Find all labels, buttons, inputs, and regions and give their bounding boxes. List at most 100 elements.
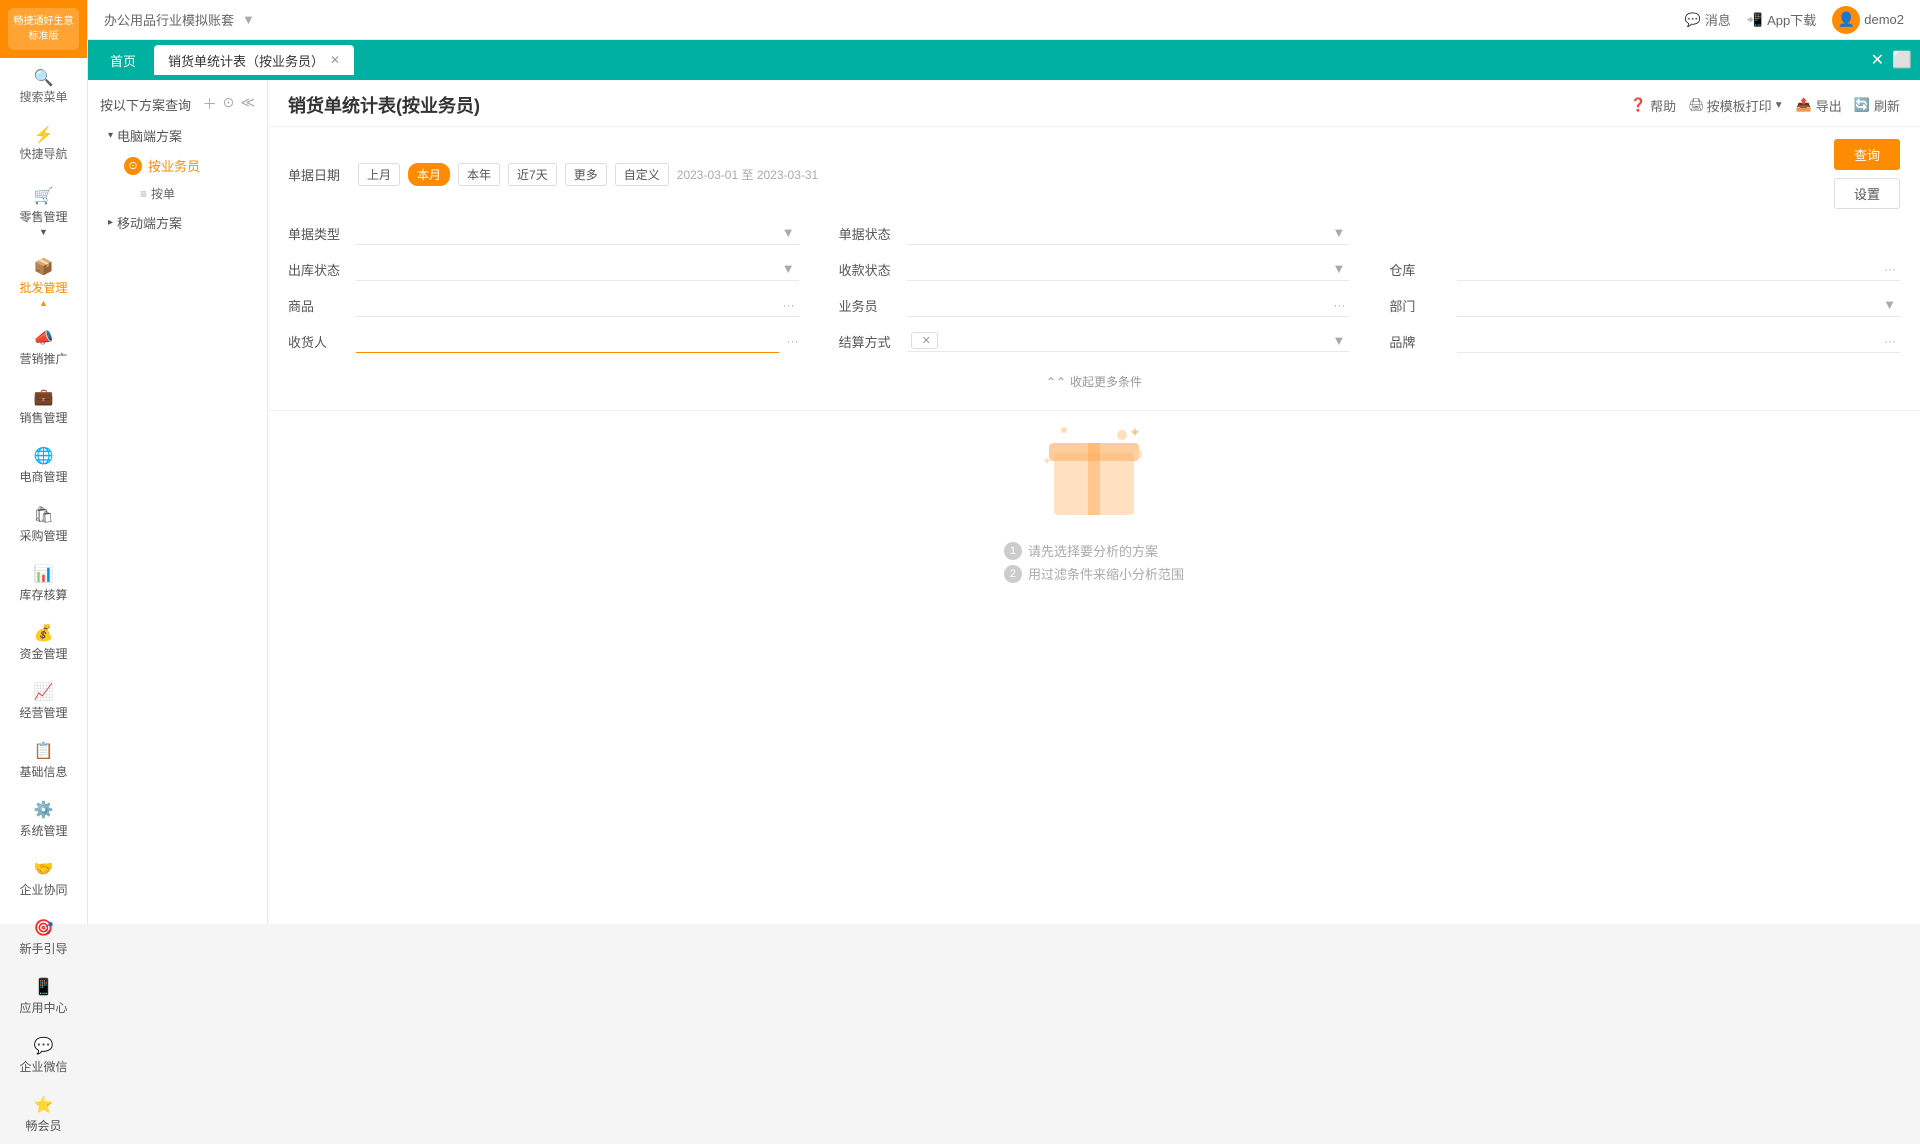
svg-text:✦: ✦: [1129, 424, 1141, 440]
refresh-icon: 🔄: [1854, 97, 1870, 113]
tree-group-desktop[interactable]: ▾ 电脑端方案: [88, 120, 267, 151]
sidebar-item-system[interactable]: ⚙️ 系统管理: [0, 790, 87, 849]
tab-sales-stat[interactable]: 销货单统计表（按业务员） ✕: [154, 45, 354, 75]
add-scheme-icon[interactable]: ＋: [203, 94, 217, 114]
sidebar-item-member[interactable]: ⭐ 畅会员: [0, 1085, 87, 1144]
print-btn[interactable]: 🖨 按模板打印 ▼: [1688, 96, 1783, 115]
collapse-arrow-mobile-icon: ▸: [108, 217, 113, 228]
help-btn[interactable]: ❓ 帮助: [1630, 96, 1676, 115]
tree-group-mobile-label: 移动端方案: [117, 213, 182, 232]
sidebar-search-menu[interactable]: 🔍 搜索菜单: [19, 58, 67, 111]
collapse-label: 收起更多条件: [1070, 373, 1142, 390]
app-logo[interactable]: 畅捷通好生意 标准版: [0, 0, 87, 58]
filter-warehouse: 仓库 ···: [1389, 258, 1900, 281]
this-year-btn[interactable]: 本年: [458, 163, 500, 186]
consignee-input[interactable]: [356, 329, 779, 353]
settings-btn[interactable]: 设置: [1834, 178, 1900, 209]
export-btn[interactable]: 📤 导出: [1796, 96, 1842, 115]
doc-status-label: 单据状态: [839, 224, 899, 243]
tabbar: 首页 销货单统计表（按业务员） ✕ ✕ ⬜: [88, 40, 1920, 80]
right-content: 销货单统计表(按业务员) ❓ 帮助 🖨 按模板打印 ▼ 📤 导出: [268, 80, 1920, 924]
tree-child-by-salesperson[interactable]: ⊙ 按业务员: [88, 151, 267, 180]
warehouse-dots-btn[interactable]: ···: [1884, 262, 1896, 276]
custom-btn[interactable]: 自定义: [615, 163, 669, 186]
query-buttons: 查询 设置: [1834, 139, 1900, 209]
payment-tag-close-btn[interactable]: ✕: [922, 334, 931, 347]
collapse-panel-icon[interactable]: ≪: [240, 94, 255, 114]
last-7-days-btn[interactable]: 近7天: [508, 163, 557, 186]
close-window-icon[interactable]: ✕: [1871, 50, 1884, 70]
out-status-select[interactable]: ▼: [356, 257, 799, 281]
sidebar-item-operations[interactable]: 📈 经营管理: [0, 672, 87, 731]
marketing-icon: 📣: [34, 328, 54, 348]
tree-group-mobile[interactable]: ▸ 移动端方案: [88, 207, 267, 238]
receipt-status-dropdown-icon: ▼: [1332, 261, 1345, 276]
step-1-text: 请先选择要分析的方案: [1028, 541, 1158, 560]
data-area: ✦ ✦ 1 请先选择要分析的方案 2 用过滤条件来缩小分析范围: [268, 411, 1920, 924]
tree-grandchild-by-order[interactable]: ≡ 按单: [88, 180, 267, 207]
edit-scheme-icon[interactable]: ⊙: [223, 94, 235, 114]
refresh-btn[interactable]: 🔄 刷新: [1854, 96, 1900, 115]
sidebar-item-sales[interactable]: 💼 销售管理: [0, 377, 87, 436]
print-dropdown-icon[interactable]: ▼: [1774, 100, 1784, 111]
sidebar-item-ecommerce[interactable]: 🌐 电商管理: [0, 436, 87, 495]
user-profile[interactable]: 👤 demo2: [1832, 6, 1904, 34]
consignee-dots-btn[interactable]: ···: [787, 334, 799, 348]
tab-home[interactable]: 首页: [96, 45, 150, 75]
payment-dropdown-icon[interactable]: ▼: [1332, 333, 1345, 348]
sidebar-item-corpwx[interactable]: 💬 企业微信: [0, 1026, 87, 1085]
receipt-status-select[interactable]: ▼: [907, 257, 1350, 281]
department-label: 部门: [1389, 296, 1449, 315]
export-label: 导出: [1816, 96, 1842, 115]
sidebar-item-retail[interactable]: 🛒 零售管理 ▼: [0, 176, 87, 247]
finance-icon: 💰: [34, 623, 54, 643]
sidebar-item-appcenter[interactable]: 📱 应用中心: [0, 967, 87, 1026]
tab-close-icon[interactable]: ✕: [330, 53, 340, 67]
tree-group-desktop-label: 电脑端方案: [117, 126, 182, 145]
sidebar-item-inventory[interactable]: 📊 库存核算: [0, 554, 87, 613]
date-range-text: 2023-03-01 至 2023-03-31: [677, 166, 818, 183]
ecommerce-icon: 🌐: [34, 446, 54, 466]
app-download-btn[interactable]: 📲 App下载: [1747, 10, 1816, 29]
sidebar-item-marketing[interactable]: 📣 营销推广: [0, 318, 87, 377]
doc-type-select[interactable]: ▼: [356, 221, 799, 245]
query-btn[interactable]: 查询: [1834, 139, 1900, 170]
more-btn[interactable]: 更多: [565, 163, 607, 186]
goods-dots-btn[interactable]: ···: [783, 298, 795, 312]
empty-step-2: 2 用过滤条件来缩小分析范围: [1004, 564, 1184, 583]
department-select[interactable]: ▼: [1457, 293, 1900, 317]
salesperson-dots-btn[interactable]: ···: [1333, 298, 1345, 312]
consignee-label: 收货人: [288, 332, 348, 351]
filter-doc-type: 单据类型 ▼: [288, 221, 799, 245]
sidebar-quick-nav[interactable]: ⚡ 快捷导航: [19, 119, 67, 168]
download-icon: 📲: [1747, 12, 1763, 28]
sidebar-item-enterprise[interactable]: 🤝 企业协同: [0, 849, 87, 908]
empty-step-1: 1 请先选择要分析的方案: [1004, 541, 1184, 560]
doc-status-select[interactable]: ▼: [907, 221, 1350, 245]
message-btn[interactable]: 💬 消息: [1685, 10, 1731, 29]
print-icon: 🖨: [1688, 97, 1705, 113]
last-month-btn[interactable]: 上月: [358, 163, 400, 186]
this-month-btn[interactable]: 本月: [408, 163, 450, 186]
collapse-more-conditions-btn[interactable]: ⌃⌃ 收起更多条件: [288, 365, 1900, 398]
sidebar-item-finance[interactable]: 💰 资金管理: [0, 613, 87, 672]
retail-icon: 🛒: [34, 186, 54, 206]
empty-steps: 1 请先选择要分析的方案 2 用过滤条件来缩小分析范围: [1004, 541, 1184, 587]
sales-stat-tab-label: 销货单统计表（按业务员）: [168, 51, 324, 70]
filter-consignee: 收货人 ···: [288, 329, 799, 353]
topbar-dropdown-icon[interactable]: ▼: [242, 12, 255, 27]
sidebar-item-purchase[interactable]: 🛍 采购管理: [0, 495, 87, 554]
user-name: demo2: [1864, 12, 1904, 27]
sidebar-item-wholesale[interactable]: 📦 批发管理 ▲: [0, 247, 87, 318]
panel-header: 按以下方案查询 ＋ ⊙ ≪: [88, 88, 267, 120]
sidebar-item-basic[interactable]: 📋 基础信息: [0, 731, 87, 790]
panel-header-title: 按以下方案查询: [100, 95, 191, 114]
filter-out-status: 出库状态 ▼: [288, 257, 799, 281]
filter-receipt-status: 收款状态 ▼: [839, 257, 1350, 281]
topbar-title: 办公用品行业模拟账套: [104, 10, 234, 29]
sidebar-item-newuser[interactable]: 🎯 新手引导: [0, 908, 87, 967]
topbar-left: 办公用品行业模拟账套 ▼: [104, 10, 255, 29]
filter-goods: 商品 ···: [288, 294, 799, 317]
maximize-icon[interactable]: ⬜: [1892, 50, 1912, 70]
brand-dots-btn[interactable]: ···: [1884, 334, 1896, 348]
